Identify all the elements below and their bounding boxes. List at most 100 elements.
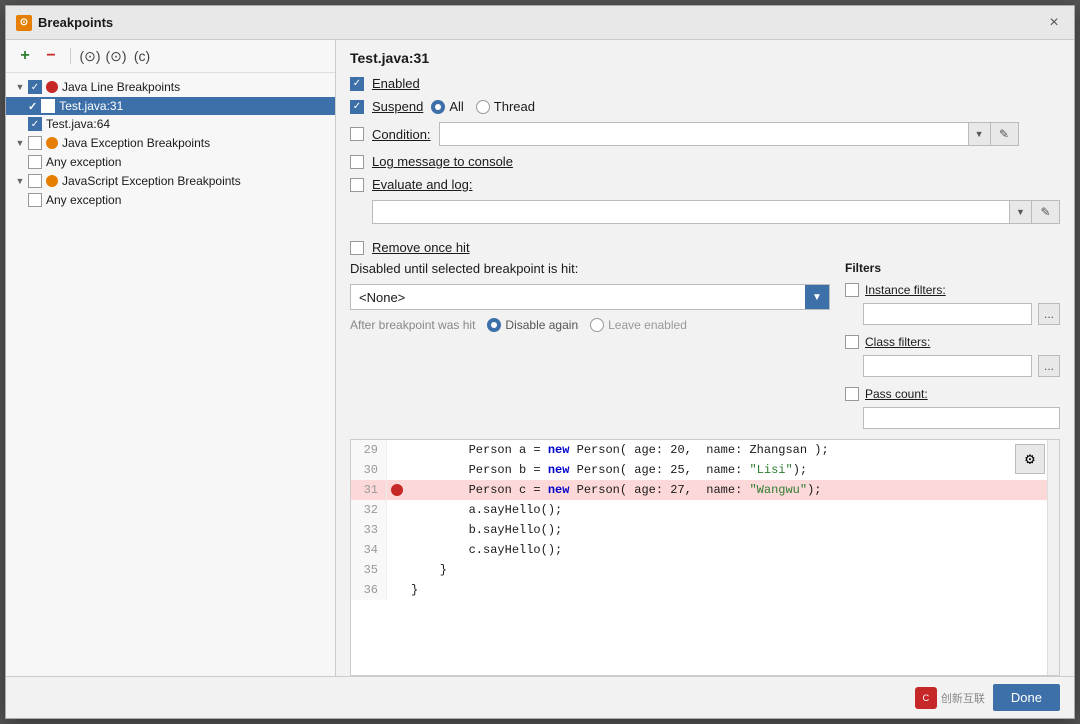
remove-button[interactable]: −	[40, 45, 62, 67]
instance-filter-btn[interactable]: ...	[1038, 303, 1060, 325]
arrow-java-exception: ▼	[12, 135, 28, 151]
remove-once-hit-checkbox[interactable]	[350, 241, 364, 255]
done-button[interactable]: Done	[993, 684, 1060, 711]
condition-checkbox[interactable]	[350, 127, 364, 141]
evaluate-input-group: ▼ ✎	[372, 200, 1060, 224]
toolbar: + − (⊙) (⊙) (c)	[6, 40, 335, 73]
class-filter-btn[interactable]: ...	[1038, 355, 1060, 377]
condition-input-group: ▼ ✎	[439, 122, 1019, 146]
evaluate-input[interactable]	[372, 200, 1010, 224]
checkbox-test64[interactable]: ✓	[28, 117, 42, 131]
label-test31: Test.java:31	[59, 99, 123, 113]
instance-filter-input-row: ...	[845, 303, 1060, 325]
close-button[interactable]: ×	[1044, 13, 1064, 33]
instance-filter-checkbox[interactable]	[845, 283, 859, 297]
checkbox-any-exception-1[interactable]	[28, 155, 42, 169]
remove-once-hit-label: Remove once hit	[372, 240, 470, 255]
line-num-30: 30	[351, 460, 387, 480]
log-message-row: Log message to console	[350, 154, 1060, 169]
suspend-checkbox[interactable]: ✓	[350, 100, 364, 114]
group3-button[interactable]: (c)	[131, 45, 153, 67]
enabled-row: ✓ Enabled	[350, 76, 1060, 91]
evaluate-edit-btn[interactable]: ✎	[1032, 200, 1060, 224]
filters-title: Filters	[845, 261, 1060, 275]
class-filter-input[interactable]	[863, 355, 1032, 377]
instance-filter-input[interactable]	[863, 303, 1032, 325]
tree-item-test64[interactable]: ✓ Test.java:64	[6, 115, 335, 133]
disabled-until-label: Disabled until selected breakpoint is hi…	[350, 261, 578, 276]
leave-enabled-radio	[590, 318, 604, 332]
icon-test31	[41, 99, 55, 113]
evaluate-input-row: ▼ ✎	[350, 200, 1060, 224]
condition-edit-btn[interactable]: ✎	[991, 122, 1019, 146]
class-filter-row: Class filters:	[845, 335, 1060, 349]
condition-dropdown-btn[interactable]: ▼	[969, 122, 991, 146]
line-num-36: 36	[351, 580, 387, 600]
tree-item-js-exception[interactable]: ▼ JavaScript Exception Breakpoints	[6, 171, 335, 191]
line-num-34: 34	[351, 540, 387, 560]
tree-item-test31[interactable]: ✓ Test.java:31	[6, 97, 335, 115]
after-hit-row: After breakpoint was hit Disable again L…	[350, 318, 835, 332]
label-js-exception: JavaScript Exception Breakpoints	[62, 174, 241, 188]
code-scrollbar[interactable]	[1047, 440, 1059, 675]
line-num-32: 32	[351, 500, 387, 520]
tree-item-any-exception-1[interactable]: Any exception	[6, 153, 335, 171]
condition-input[interactable]	[439, 122, 969, 146]
pass-count-checkbox[interactable]	[845, 387, 859, 401]
class-filter-input-row: ...	[845, 355, 1060, 377]
code-line-33: 33 b.sayHello();	[351, 520, 1059, 540]
evaluate-dropdown-btn[interactable]: ▼	[1010, 200, 1032, 224]
checkbox-java-line[interactable]: ✓	[28, 80, 42, 94]
tree-item-java-line[interactable]: ▼ ✓ Java Line Breakpoints	[6, 77, 335, 97]
group2-button[interactable]: (⊙)	[105, 45, 127, 67]
code-text-35: }	[407, 560, 451, 580]
condition-row: Condition: ▼ ✎	[350, 122, 1060, 146]
line-num-33: 33	[351, 520, 387, 540]
filters-section: Filters Instance filters: ... Class filt…	[845, 261, 1060, 435]
line-bp-33	[387, 520, 407, 540]
line-bp-30	[387, 460, 407, 480]
enabled-checkbox[interactable]: ✓	[350, 77, 364, 91]
label-java-line: Java Line Breakpoints	[62, 80, 180, 94]
line-num-29: 29	[351, 440, 387, 460]
main-content: + − (⊙) (⊙) (c) ▼ ✓ Java Line Breakpoint…	[6, 40, 1074, 676]
enabled-label: Enabled	[372, 76, 420, 91]
code-text-36: }	[407, 580, 422, 600]
disable-again-label: Disable again	[505, 318, 578, 332]
leave-enabled-option[interactable]: Leave enabled	[590, 318, 687, 332]
all-radio-label: All	[449, 99, 463, 114]
code-text-30: Person b = new Person( age: 25, name: "L…	[407, 460, 811, 480]
group1-button[interactable]: (⊙)	[79, 45, 101, 67]
arrow-js-exception: ▼	[12, 173, 28, 189]
line-num-31: 31	[351, 480, 387, 500]
checkbox-any-exception-2[interactable]	[28, 193, 42, 207]
code-line-35: 35 }	[351, 560, 1059, 580]
line-bp-36	[387, 580, 407, 600]
watermark-text: 创新互联	[941, 690, 985, 706]
add-button[interactable]: +	[14, 45, 36, 67]
checkbox-java-exception[interactable]	[28, 136, 42, 150]
pass-count-input[interactable]	[863, 407, 1060, 429]
thread-radio-option[interactable]: Thread	[476, 99, 535, 114]
label-test64: Test.java:64	[46, 117, 110, 131]
tree-item-java-exception[interactable]: ▼ Java Exception Breakpoints	[6, 133, 335, 153]
code-area: 29 Person a = new Person( age: 20, name:…	[350, 439, 1060, 676]
code-action-btn[interactable]: ⚙	[1015, 444, 1045, 474]
class-filter-label: Class filters:	[865, 335, 930, 349]
evaluate-row: Evaluate and log:	[350, 177, 1060, 192]
log-message-checkbox[interactable]	[350, 155, 364, 169]
class-filter-checkbox[interactable]	[845, 335, 859, 349]
checkbox-js-exception[interactable]	[28, 174, 42, 188]
evaluate-checkbox[interactable]	[350, 178, 364, 192]
evaluate-section: Evaluate and log: ▼ ✎	[350, 177, 1060, 232]
bp-detail-title: Test.java:31	[350, 50, 1060, 66]
disable-again-option[interactable]: Disable again	[487, 318, 578, 332]
none-dropdown[interactable]: <None> ▼	[350, 284, 830, 310]
instance-filter-label: Instance filters:	[865, 283, 946, 297]
all-radio-option[interactable]: All	[431, 99, 463, 114]
tree-item-any-exception-2[interactable]: Any exception	[6, 191, 335, 209]
evaluate-label: Evaluate and log:	[372, 177, 472, 192]
left-panel: + − (⊙) (⊙) (c) ▼ ✓ Java Line Breakpoint…	[6, 40, 336, 676]
instance-filter-row: Instance filters:	[845, 283, 1060, 297]
none-dropdown-arrow[interactable]: ▼	[805, 285, 829, 309]
